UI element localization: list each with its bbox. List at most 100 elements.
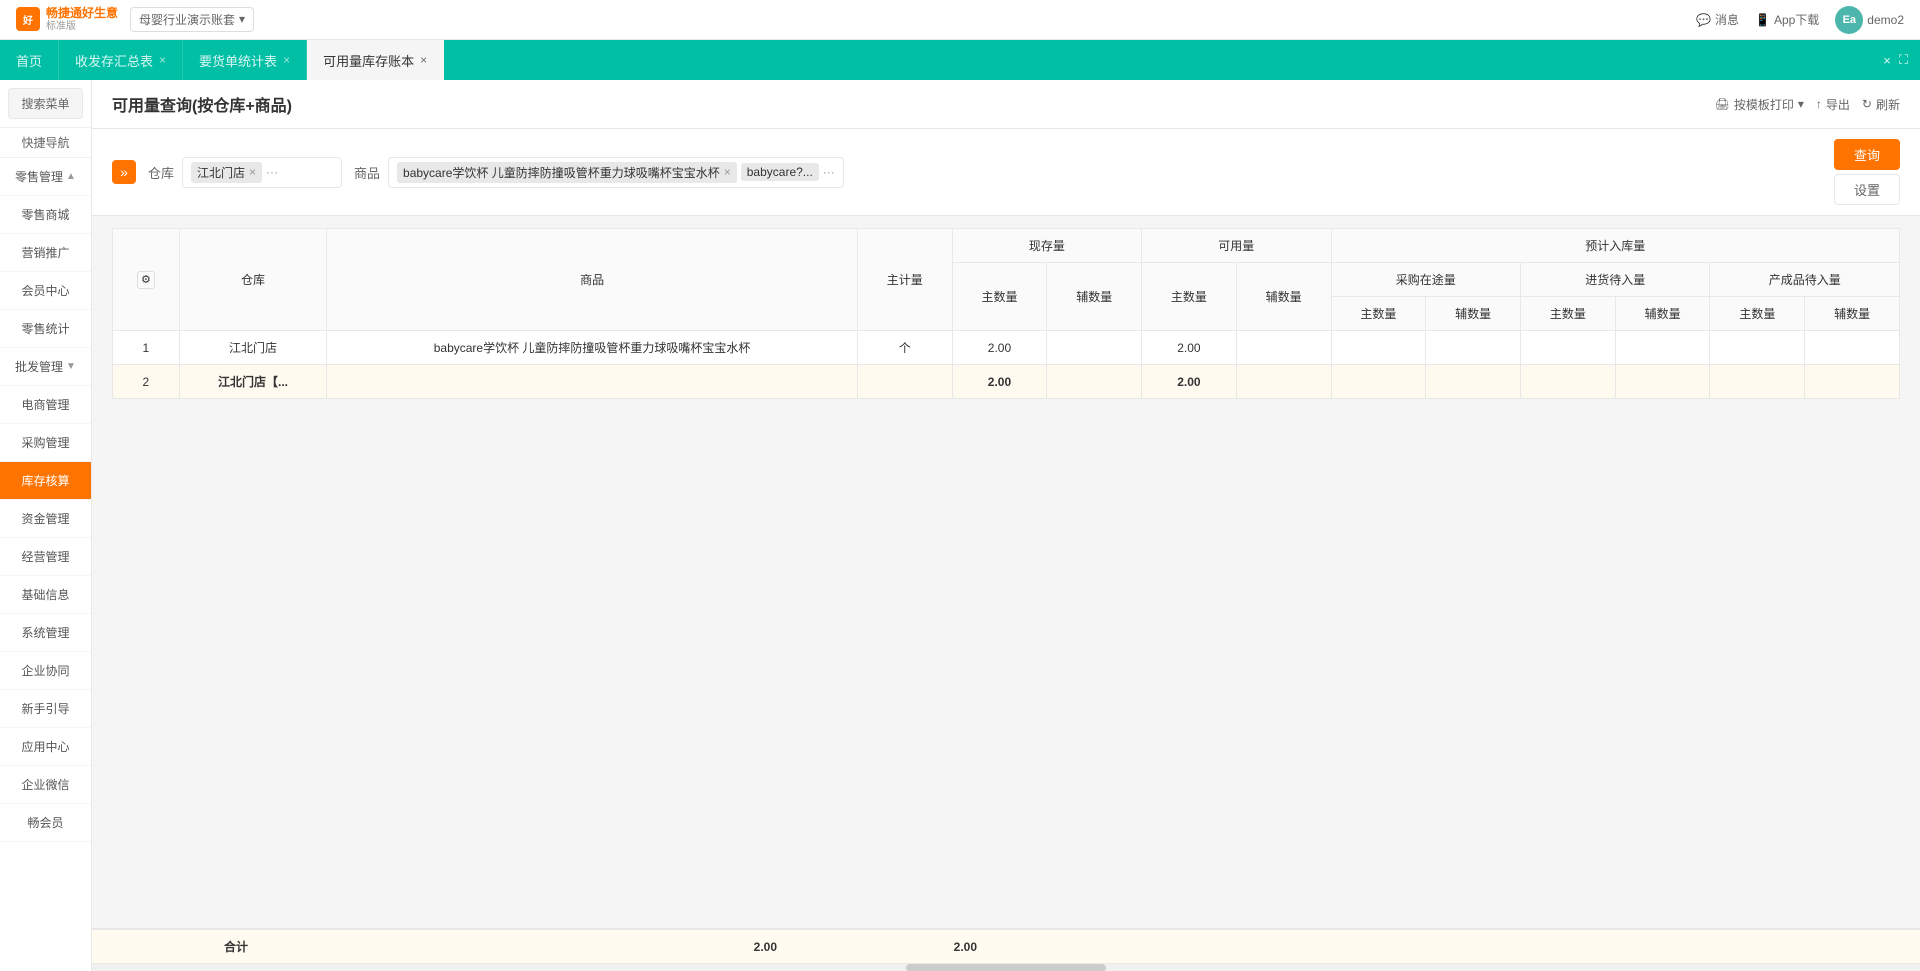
- row-pur-transit-aux: [1426, 331, 1521, 365]
- nav-tabs: 首页 收发存汇总表 × 要货单统计表 × 可用量库存账本 × × ⛶: [0, 40, 1920, 80]
- row-unit: [857, 365, 952, 399]
- refresh-button[interactable]: ↻ 刷新: [1862, 96, 1900, 113]
- app-download-button[interactable]: 📱 App下载: [1755, 11, 1819, 28]
- tab-order-stats[interactable]: 要货单统计表 ×: [183, 40, 307, 80]
- tab-available-stock[interactable]: 可用量库存账本 ×: [307, 40, 444, 80]
- settings-button[interactable]: 设置: [1834, 174, 1900, 205]
- more-icon-2[interactable]: ···: [823, 165, 835, 179]
- sidebar-item-label: 系统管理: [21, 624, 69, 641]
- col-stock-main: 主数量: [952, 263, 1047, 331]
- sidebar-item-operations-mgmt[interactable]: 经营管理: [0, 538, 91, 576]
- table-settings-icon[interactable]: ⚙: [137, 271, 155, 289]
- tenant-selector[interactable]: 母婴行业演示账套 ▾: [130, 7, 254, 32]
- sidebar-item-member-center[interactable]: 会员中心: [0, 272, 91, 310]
- col-group-purchase-transit: 采购在途量: [1331, 263, 1520, 297]
- page-title: 可用量查询(按仓库+商品): [112, 92, 292, 116]
- filter-actions: 查询 设置: [1834, 139, 1900, 205]
- col-settings-icon[interactable]: ⚙: [113, 229, 180, 331]
- sidebar-item-retail-stats[interactable]: 零售统计: [0, 310, 91, 348]
- logo-text-area: 畅捷通好生意 标准版: [46, 6, 118, 32]
- print-template-label: 按模板打印: [1734, 96, 1794, 113]
- quick-nav-button[interactable]: 快捷导航: [0, 128, 91, 158]
- sidebar-item-label: 批发管理: [15, 358, 63, 375]
- message-icon: 💬: [1696, 13, 1711, 27]
- export-icon: ↑: [1816, 97, 1822, 111]
- expand-button[interactable]: »: [112, 160, 136, 184]
- col-product: 商品: [327, 229, 858, 331]
- sidebar-item-label: 零售统计: [21, 320, 69, 337]
- avatar: Ea: [1835, 6, 1863, 34]
- message-button[interactable]: 💬 消息: [1696, 11, 1739, 28]
- sidebar-item-member-vip[interactable]: 畅会员: [0, 804, 91, 842]
- sidebar-item-finance-mgmt[interactable]: 资金管理: [0, 500, 91, 538]
- expand-arrow-icon: ▼: [66, 361, 76, 372]
- sidebar-item-label: 会员中心: [21, 282, 69, 299]
- sidebar-top: 搜索菜单: [0, 80, 91, 128]
- sidebar-item-inventory-audit[interactable]: 库存核算: [0, 462, 91, 500]
- sidebar-item-new-guide[interactable]: 新手引导: [0, 690, 91, 728]
- row-pur-transit-main: [1331, 331, 1426, 365]
- sidebar-item-label: 应用中心: [21, 738, 69, 755]
- row-avail-aux: [1236, 331, 1331, 365]
- sidebar-item-label: 畅会员: [27, 814, 63, 831]
- col-incoming-main: 主数量: [1521, 297, 1616, 331]
- horizontal-scrollbar[interactable]: [92, 963, 1920, 971]
- sidebar-item-system-mgmt[interactable]: 系统管理: [0, 614, 91, 652]
- warehouse-input[interactable]: 江北门店 × ···: [182, 157, 342, 188]
- available-stock-tab-close[interactable]: ×: [420, 53, 427, 67]
- row-finished-main: [1710, 331, 1805, 365]
- sidebar-item-label: 企业协同: [21, 662, 69, 679]
- sidebar-item-wholesale-mgmt[interactable]: 批发管理 ▼: [0, 348, 91, 386]
- fullscreen-icon[interactable]: ⛶: [1899, 52, 1908, 68]
- warehouse-tag-remove[interactable]: ×: [249, 165, 256, 179]
- username-label: demo2: [1867, 13, 1904, 27]
- footer-label: 合计: [224, 938, 248, 955]
- sidebar-item-marketing[interactable]: 营销推广: [0, 234, 91, 272]
- export-button[interactable]: ↑ 导出: [1816, 96, 1850, 113]
- sidebar-item-label: 新手引导: [21, 700, 69, 717]
- col-pur-transit-aux: 辅数量: [1426, 297, 1521, 331]
- tab-home[interactable]: 首页: [0, 40, 59, 80]
- sidebar-item-app-center[interactable]: 应用中心: [0, 728, 91, 766]
- sidebar-item-retail-store[interactable]: 零售商城: [0, 196, 91, 234]
- nav-tab-controls: × ⛶: [1871, 40, 1920, 80]
- top-bar-right: 💬 消息 📱 App下载 Ea demo2: [1696, 6, 1904, 34]
- more-icon[interactable]: ···: [266, 165, 278, 179]
- chevron-down-icon: ▾: [1798, 97, 1804, 111]
- warehouse-value: 江北门店: [197, 164, 245, 181]
- sidebar-item-enterprise-collab[interactable]: 企业协同: [0, 652, 91, 690]
- cashflow-tab-close[interactable]: ×: [159, 53, 166, 67]
- expand-icon: »: [120, 164, 128, 180]
- product-filter-group: 商品 babycare学饮杯 儿童防摔防撞吸管杯重力球吸嘴杯宝宝水杯 × bab…: [354, 157, 844, 188]
- search-menu-button[interactable]: 搜索菜单: [8, 88, 83, 119]
- main-layout: 搜索菜单 快捷导航 零售管理 ▲ 零售商城 营销推广 会员中心 零售统计 批发管…: [0, 80, 1920, 971]
- close-all-icon[interactable]: ×: [1883, 53, 1891, 68]
- message-label: 消息: [1715, 11, 1739, 28]
- order-stats-tab-close[interactable]: ×: [283, 53, 290, 67]
- avatar-text: Ea: [1843, 14, 1856, 26]
- logo-area: 好 畅捷通好生意 标准版: [16, 6, 118, 32]
- row-unit: 个: [857, 331, 952, 365]
- sidebar-item-enterprise-wechat[interactable]: 企业微信: [0, 766, 91, 804]
- logo-title: 畅捷通好生意: [46, 6, 118, 20]
- product-tag-remove[interactable]: ×: [724, 165, 731, 179]
- sidebar-item-ecommerce-mgmt[interactable]: 电商管理: [0, 386, 91, 424]
- col-incoming-aux: 辅数量: [1615, 297, 1710, 331]
- user-profile[interactable]: Ea demo2: [1835, 6, 1904, 34]
- product-input[interactable]: babycare学饮杯 儿童防摔防撞吸管杯重力球吸嘴杯宝宝水杯 × babyca…: [388, 157, 844, 188]
- col-finished-aux: 辅数量: [1805, 297, 1900, 331]
- sidebar-item-purchase-mgmt[interactable]: 采购管理: [0, 424, 91, 462]
- query-button[interactable]: 查询: [1834, 139, 1900, 170]
- sidebar-item-retail-mgmt[interactable]: 零售管理 ▲: [0, 158, 91, 196]
- sidebar-item-basic-info[interactable]: 基础信息: [0, 576, 91, 614]
- refresh-icon: ↻: [1862, 97, 1872, 111]
- chevron-down-icon: ▾: [239, 12, 245, 26]
- tab-cashflow[interactable]: 收发存汇总表 ×: [59, 40, 183, 80]
- col-group-current-stock: 现存量: [952, 229, 1141, 263]
- row-stock-aux: [1047, 365, 1142, 399]
- row-incoming-aux: [1615, 365, 1710, 399]
- row-avail-aux: [1236, 365, 1331, 399]
- row-warehouse: 江北门店【...: [179, 365, 327, 399]
- sidebar-item-label: 库存核算: [21, 472, 69, 489]
- print-template-button[interactable]: 🖨 按模板打印 ▾: [1715, 96, 1804, 113]
